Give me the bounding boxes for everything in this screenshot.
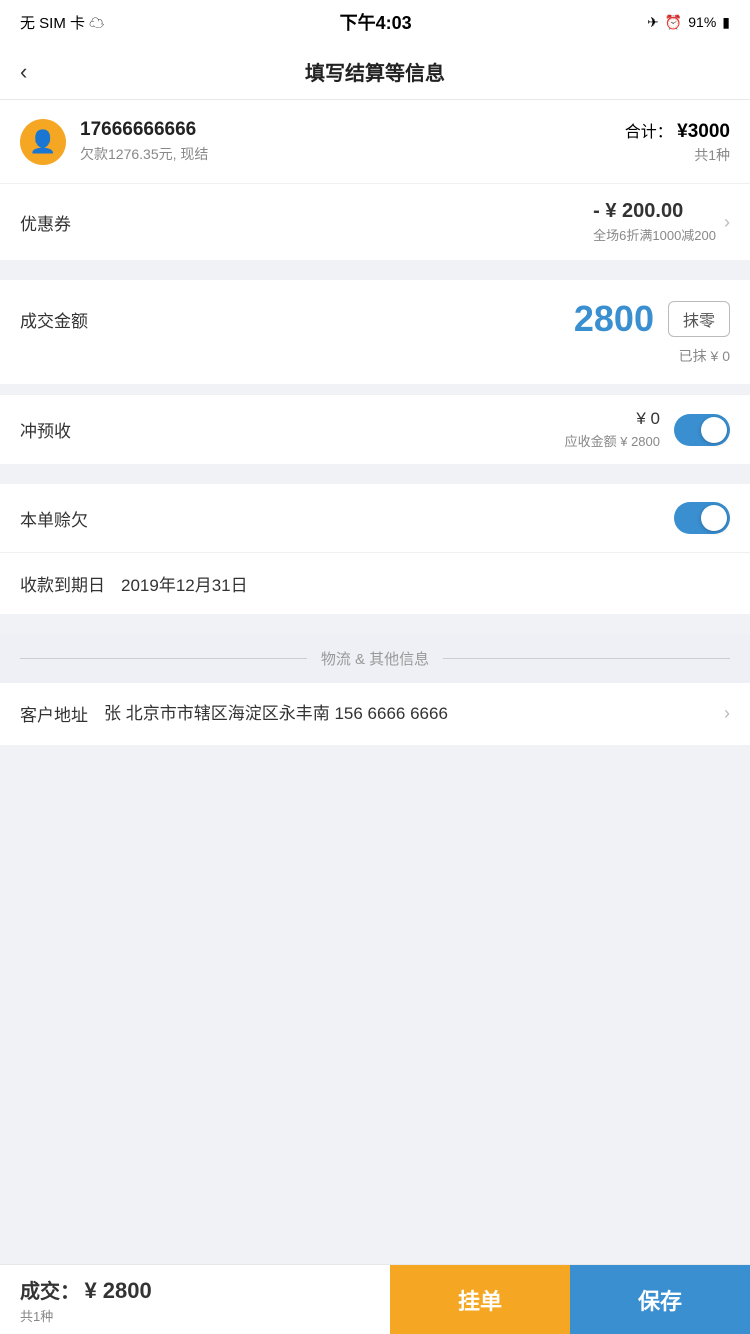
- divider-3: [0, 624, 750, 634]
- hold-button[interactable]: 挂单: [390, 1265, 570, 1334]
- debt-label: 本单赊欠: [20, 506, 88, 531]
- divider-1: [0, 270, 750, 280]
- divider-2: [0, 474, 750, 484]
- customer-info: 17666666666 欠款1276.35元, 现结: [80, 119, 208, 164]
- battery-icon: ▮: [722, 14, 730, 31]
- total-amount: ¥3000: [677, 121, 730, 142]
- coupon-label: 优惠券: [20, 210, 71, 235]
- customer-right: 合计： ¥3000 共1种: [625, 118, 730, 165]
- avatar: 👤: [20, 119, 66, 165]
- prepay-value: ¥ 0: [565, 409, 660, 429]
- prepay-sub: 应收金额 ¥ 2800: [565, 431, 660, 450]
- bottom-count: 共1种: [20, 1306, 370, 1325]
- alarm-icon: ⏰: [665, 14, 682, 31]
- amount-label: 成交金额: [20, 307, 88, 332]
- amount-value-group: 2800 抹零: [574, 298, 730, 340]
- amount-row: 成交金额 2800 抹零: [20, 298, 730, 340]
- prepay-info: ¥ 0 应收金额 ¥ 2800: [565, 409, 660, 450]
- address-label: 客户地址: [20, 701, 88, 726]
- address-row[interactable]: 客户地址 张 北京市市辖区海淀区永丰南 156 6666 6666 ›: [0, 683, 750, 745]
- customer-card: 👤 17666666666 欠款1276.35元, 现结 合计： ¥3000 共…: [0, 100, 750, 260]
- nav-bar: ‹ 填写结算等信息: [0, 44, 750, 100]
- logistics-line-left: [20, 658, 307, 659]
- logistics-line-right: [443, 658, 730, 659]
- customer-phone: 17666666666: [80, 119, 208, 141]
- coupon-amount: - ¥ 200.00: [593, 200, 716, 223]
- deal-amount: ¥ 2800: [84, 1278, 151, 1303]
- total-count: 共1种: [625, 145, 730, 165]
- deal-label: 成交：: [20, 1281, 80, 1303]
- amount-value: 2800: [574, 298, 654, 340]
- debt-card: 本单赊欠 收款到期日 2019年12月31日: [0, 484, 750, 614]
- total-label: 合计： ¥3000: [625, 118, 730, 143]
- bottom-deal-text: 成交： ¥ 2800: [20, 1275, 370, 1304]
- debt-row: 本单赊欠: [0, 484, 750, 552]
- coupon-info: - ¥ 200.00 全场6折满1000减200: [593, 200, 716, 244]
- customer-debt-status: 欠款1276.35元, 现结: [80, 144, 208, 164]
- save-button[interactable]: 保存: [570, 1265, 750, 1334]
- due-date-row: 收款到期日 2019年12月31日: [0, 552, 750, 614]
- round-button[interactable]: 抹零: [668, 301, 730, 337]
- address-content: 张 北京市市辖区海淀区永丰南 156 6666 6666: [104, 701, 714, 727]
- bottom-summary: 成交： ¥ 2800 共1种: [0, 1265, 390, 1334]
- page-title: 填写结算等信息: [305, 57, 445, 86]
- status-left: 无 SIM 卡 ☁: [20, 12, 104, 33]
- chevron-right-icon: ›: [724, 212, 730, 233]
- no-sim-text: 无 SIM 卡 ☁: [20, 12, 104, 33]
- total-label-text: 合计：: [625, 124, 673, 141]
- amount-sub-text: 已抹 ¥ 0: [679, 348, 730, 364]
- status-time: 下午4:03: [340, 9, 412, 35]
- status-bar: 无 SIM 卡 ☁ 下午4:03 ✈ ⏰ 91% ▮: [0, 0, 750, 44]
- bottom-bar: 成交： ¥ 2800 共1种 挂单 保存: [0, 1264, 750, 1334]
- coupon-right: - ¥ 200.00 全场6折满1000减200 ›: [593, 200, 730, 244]
- extra-space: [0, 755, 750, 915]
- main-content: 👤 17666666666 欠款1276.35元, 现结 合计： ¥3000 共…: [0, 100, 750, 995]
- battery-text: 91%: [688, 14, 716, 30]
- amount-section: 成交金额 2800 抹零 已抹 ¥ 0: [0, 280, 750, 384]
- debt-toggle[interactable]: [674, 502, 730, 534]
- customer-row: 👤 17666666666 欠款1276.35元, 现结 合计： ¥3000 共…: [0, 100, 750, 183]
- back-button[interactable]: ‹: [20, 59, 27, 85]
- prepay-row: 冲预收 ¥ 0 应收金额 ¥ 2800: [0, 394, 750, 464]
- coupon-description: 全场6折满1000减200: [593, 225, 716, 244]
- prepay-toggle[interactable]: [674, 414, 730, 446]
- coupon-row[interactable]: 优惠券 - ¥ 200.00 全场6折满1000减200 ›: [0, 183, 750, 260]
- prepay-right: ¥ 0 应收金额 ¥ 2800: [565, 409, 730, 450]
- address-chevron-icon: ›: [724, 703, 730, 724]
- status-right: ✈ ⏰ 91% ▮: [647, 14, 730, 31]
- due-date-value: 2019年12月31日: [121, 571, 248, 596]
- due-date-label: 收款到期日: [20, 571, 105, 596]
- location-icon: ✈: [647, 14, 659, 31]
- customer-left: 👤 17666666666 欠款1276.35元, 现结: [20, 119, 208, 165]
- prepay-label: 冲预收: [20, 417, 71, 442]
- logistics-label: 物流 & 其他信息: [307, 648, 443, 669]
- logistics-header: 物流 & 其他信息: [0, 634, 750, 683]
